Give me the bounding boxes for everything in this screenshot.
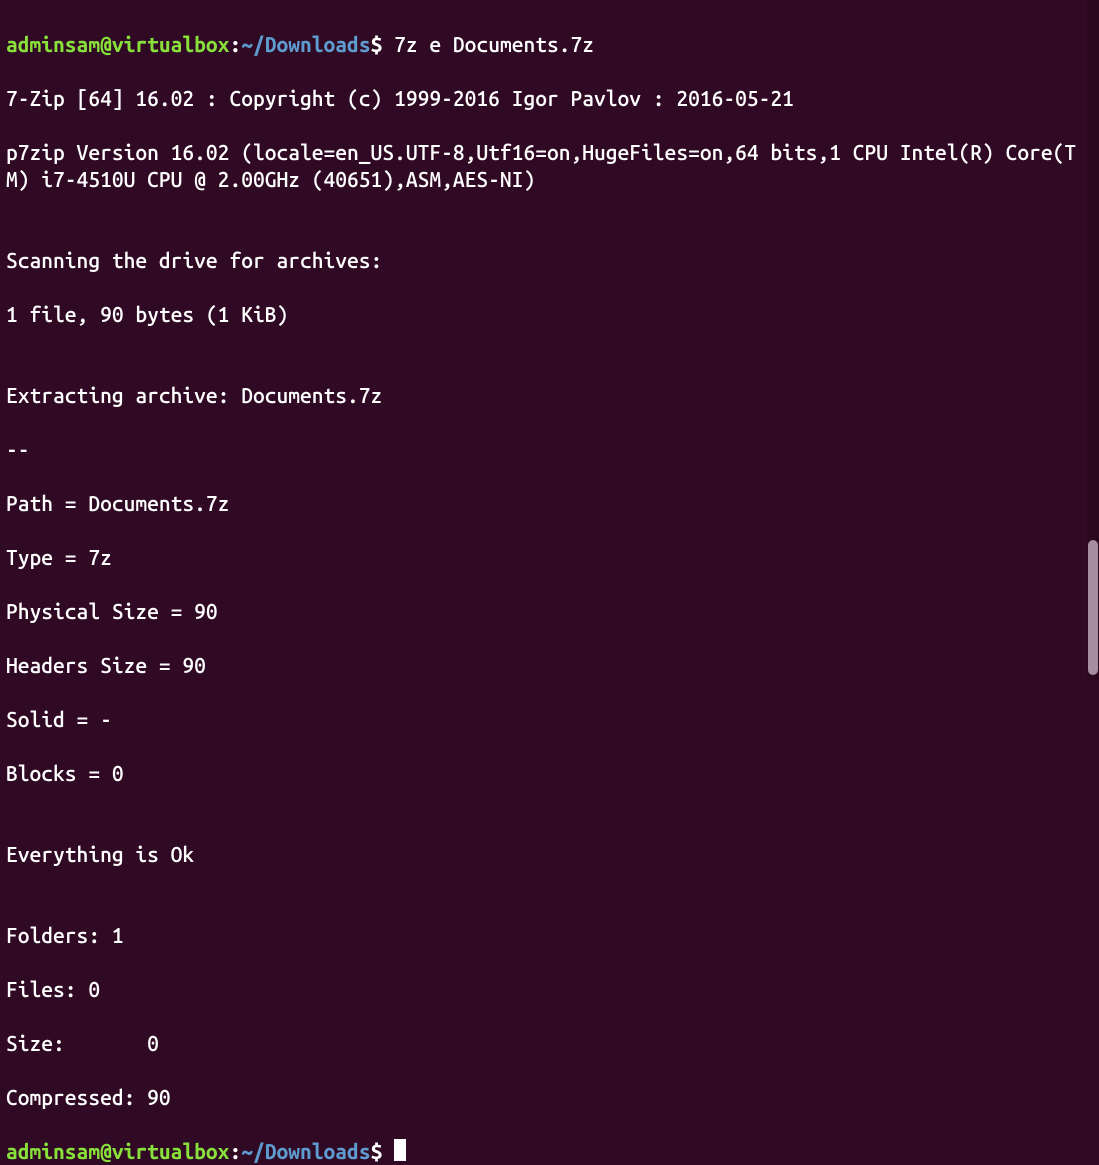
- output-version: 7-Zip [64] 16.02 : Copyright (c) 1999-20…: [6, 85, 1093, 112]
- output-file-info: 1 file, 90 bytes (1 KiB): [6, 301, 1093, 328]
- output-path: Path = Documents.7z: [6, 490, 1093, 517]
- cursor-icon[interactable]: [394, 1139, 406, 1161]
- prompt-colon: :: [229, 32, 241, 56]
- output-scanning: Scanning the drive for archives:: [6, 247, 1093, 274]
- output-compressed: Compressed: 90: [6, 1084, 1093, 1111]
- prompt-line-1: adminsam@virtualbox:~/Downloads$ 7z e Do…: [6, 32, 594, 56]
- output-status: Everything is Ok: [6, 841, 1093, 868]
- output-physical-size: Physical Size = 90: [6, 598, 1093, 625]
- output-extracting: Extracting archive: Documents.7z: [6, 382, 1093, 409]
- terminal-output[interactable]: adminsam@virtualbox:~/Downloads$ 7z e Do…: [6, 4, 1093, 1165]
- prompt-path: ~/Downloads: [241, 32, 370, 56]
- output-blocks: Blocks = 0: [6, 760, 1093, 787]
- scrollbar-track[interactable]: [1087, 0, 1099, 681]
- scrollbar-thumb[interactable]: [1088, 540, 1098, 675]
- output-solid: Solid = -: [6, 706, 1093, 733]
- output-dashes: --: [6, 436, 1093, 463]
- output-headers-size: Headers Size = 90: [6, 652, 1093, 679]
- prompt-colon: :: [229, 1139, 241, 1163]
- command-text: 7z e Documents.7z: [394, 32, 594, 56]
- output-folders: Folders: 1: [6, 922, 1093, 949]
- output-size: Size: 0: [6, 1030, 1093, 1057]
- prompt-line-2: adminsam@virtualbox:~/Downloads$: [6, 1139, 406, 1163]
- output-p7zip: p7zip Version 16.02 (locale=en_US.UTF-8,…: [6, 139, 1093, 193]
- prompt-path: ~/Downloads: [241, 1139, 370, 1163]
- output-type: Type = 7z: [6, 544, 1093, 571]
- prompt-dollar: $: [371, 1139, 395, 1163]
- prompt-dollar: $: [371, 32, 395, 56]
- output-files: Files: 0: [6, 976, 1093, 1003]
- prompt-user-host: adminsam@virtualbox: [6, 32, 229, 56]
- prompt-user-host: adminsam@virtualbox: [6, 1139, 229, 1163]
